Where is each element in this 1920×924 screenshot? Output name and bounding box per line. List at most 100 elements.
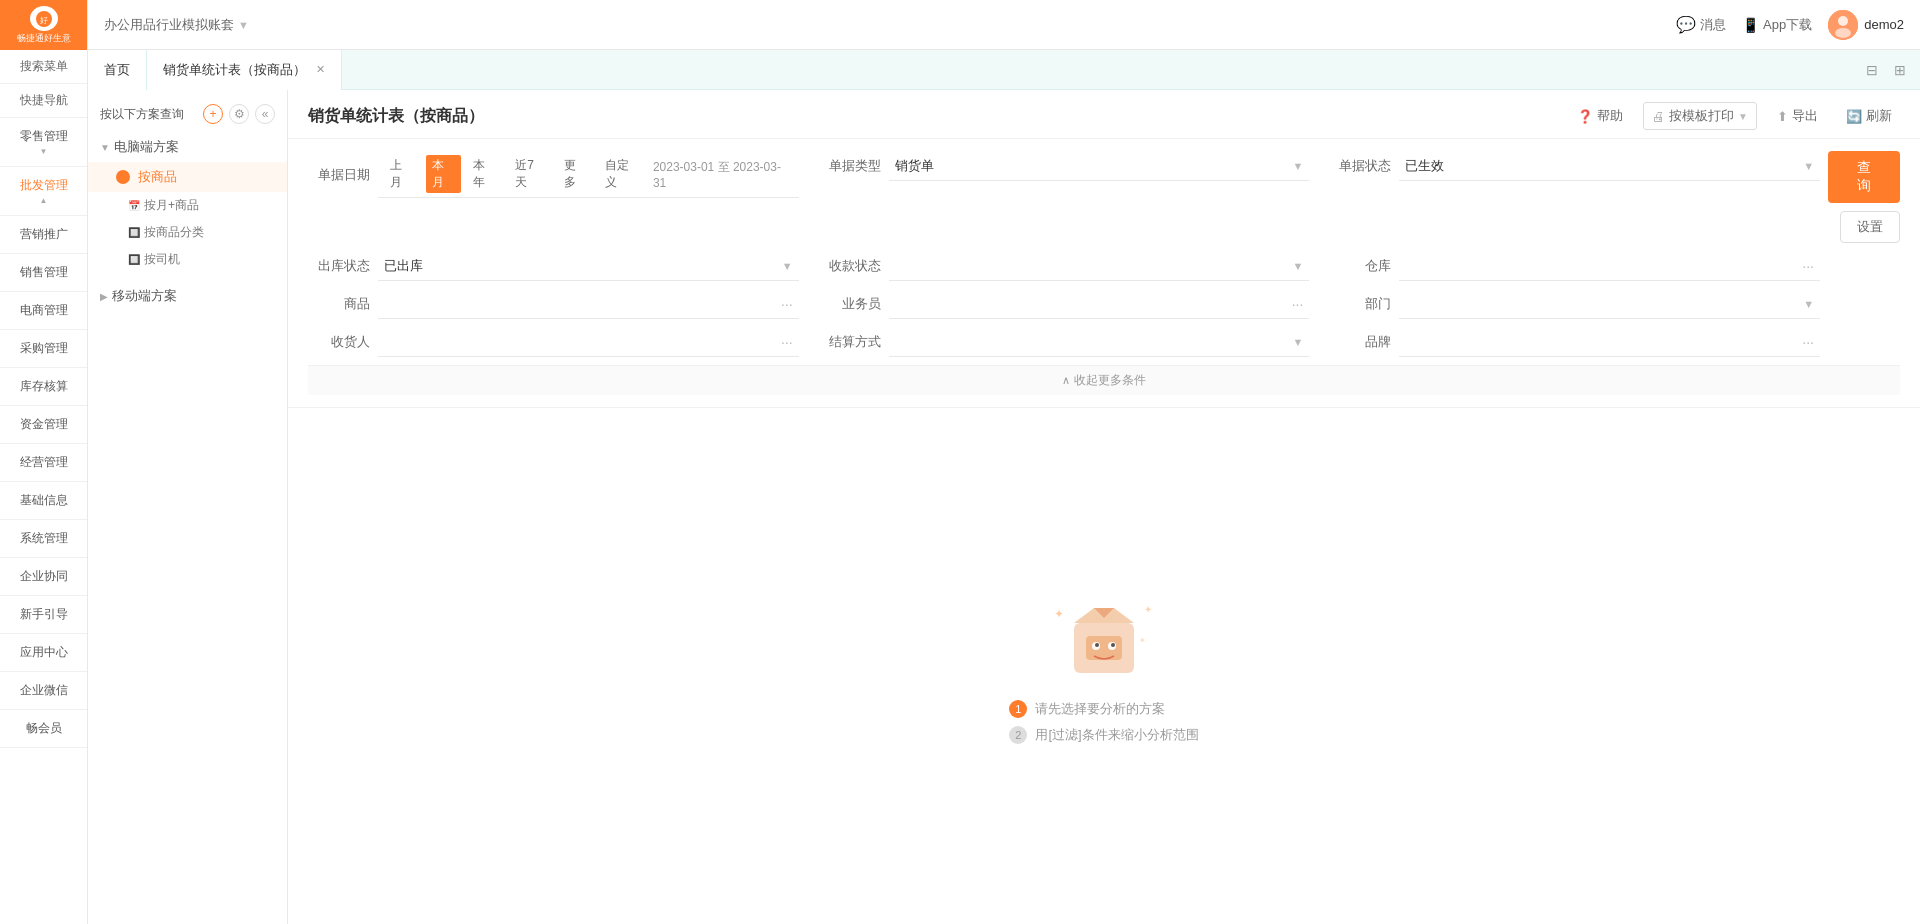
product-label: 商品 [308,295,378,313]
receipt-status-select[interactable]: ▼ [895,260,1304,272]
svg-text:好: 好 [40,16,48,25]
warehouse-control[interactable]: ··· [1399,251,1820,281]
doc-status-control[interactable]: 已生效 ▼ [1399,151,1820,181]
recipient-control[interactable]: ··· [378,327,799,357]
recipient-label: 收货人 [308,333,378,351]
tab-right-buttons: ⊟ ⊞ [1860,58,1920,82]
chevron-down-icon: ▼ [1803,160,1814,172]
empty-illustration: ✦ ✦ ✦ [1044,588,1164,688]
add-scheme-btn[interactable]: + [203,104,223,124]
tab-home[interactable]: 首页 [88,50,147,90]
out-status-select[interactable]: 已出库 ▼ [384,257,793,275]
date-7days[interactable]: 近7天 [509,155,551,193]
pc-group: ▼ 电脑端方案 按商品 📅 按月+商品 🔲 按商品分类 🔲 按司机 [88,132,287,281]
empty-tip-2: 2 用[过滤]条件来缩小分析范围 [1009,726,1198,744]
collapse-filter-bar[interactable]: ∧ 收起更多条件 [308,365,1900,395]
chevron-down-icon: ▼ [1803,298,1814,310]
sidebar-item-ecommerce[interactable]: 电商管理 [0,292,87,330]
doc-type-label: 单据类型 [819,157,889,175]
phone-icon: 📱 [1742,17,1759,33]
sidebar-item-finance[interactable]: 资金管理 [0,406,87,444]
collapse-panel-btn[interactable]: « [255,104,275,124]
tree-sub-category[interactable]: 🔲 按商品分类 [88,219,287,246]
export-btn[interactable]: ⬆ 导出 [1769,103,1826,129]
quick-nav-item[interactable]: 快捷导航 [0,84,87,118]
calendar-icon: 📅 [128,200,140,211]
sidebar-item-retail[interactable]: 零售管理 ▼ [0,118,87,167]
product-control[interactable]: ··· [378,289,799,319]
doc-type-value: 销货单 [895,157,1289,175]
sidebar-item-newbie[interactable]: 新手引导 [0,596,87,634]
collapse-icon: ∧ [1062,374,1070,387]
doc-type-control[interactable]: 销货单 ▼ [889,151,1310,181]
doc-status-select[interactable]: 已生效 ▼ [1405,157,1814,175]
department-select[interactable]: ▼ [1405,298,1814,310]
tab-minimize-btn[interactable]: ⊟ [1860,58,1884,82]
tree-sub-scanner[interactable]: 🔲 按司机 [88,246,287,273]
sidebar-item-purchase[interactable]: 采购管理 [0,330,87,368]
date-last-month[interactable]: 上月 [384,155,420,193]
filter-action-col: 查询 设置 [1820,151,1900,243]
more-icon[interactable]: ··· [1292,296,1304,312]
tab-maximize-btn[interactable]: ⊞ [1888,58,1912,82]
chevron-down-icon: ▼ [1292,260,1303,272]
help-btn[interactable]: ❓ 帮助 [1569,103,1631,129]
receipt-status-control[interactable]: ▼ [889,251,1310,281]
tab-bar: 首页 销货单统计表（按商品） ✕ ⊟ ⊞ [88,50,1920,90]
sub-item-label: 按商品分类 [144,224,204,241]
mobile-group-header[interactable]: ▶ 移动端方案 [88,281,287,311]
user-profile-btn[interactable]: demo2 [1828,10,1904,40]
date-custom[interactable]: 自定义 [599,155,647,193]
tab-report[interactable]: 销货单统计表（按商品） ✕ [147,50,342,90]
settlement-select[interactable]: ▼ [895,336,1304,348]
print-template-btn[interactable]: 🖨 按模板打印 ▼ [1643,102,1757,130]
date-filter-control[interactable]: 上月 本月 本年 近7天 更多 自定义 2023-03-01 至 2023-03… [378,151,799,198]
sidebar-item-apps[interactable]: 应用中心 [0,634,87,672]
sidebar-item-sales[interactable]: 销售管理 [0,254,87,292]
out-status-control[interactable]: 已出库 ▼ [378,251,799,281]
warehouse-label: 仓库 [1329,257,1399,275]
sidebar-item-ops[interactable]: 经营管理 [0,444,87,482]
brand-control[interactable]: ··· [1399,327,1820,357]
department-control[interactable]: ▼ [1399,289,1820,319]
dropdown-icon[interactable]: ▼ [238,19,249,31]
sidebar-item-corp[interactable]: 企业协同 [0,558,87,596]
svg-rect-6 [1086,636,1122,660]
app-download-btn[interactable]: 📱 App下载 [1742,16,1812,34]
more-icon[interactable]: ··· [1802,334,1814,350]
tab-close-btn[interactable]: ✕ [316,63,325,76]
sidebar-item-basic[interactable]: 基础信息 [0,482,87,520]
sidebar-item-member[interactable]: 畅会员 [0,710,87,748]
chevron-down-icon: ▼ [1292,336,1303,348]
sidebar-item-inventory[interactable]: 库存核算 [0,368,87,406]
top-header: 办公用品行业模拟账套 ▼ 💬 消息 📱 App下载 demo2 [88,0,1920,50]
sidebar-item-wechat[interactable]: 企业微信 [0,672,87,710]
settlement-control[interactable]: ▼ [889,327,1310,357]
more-icon[interactable]: ··· [1802,258,1814,274]
sidebar-item-wholesale[interactable]: 批发管理 ▲ [0,167,87,216]
pc-group-header[interactable]: ▼ 电脑端方案 [88,132,287,162]
tree-sub-month-product[interactable]: 📅 按月+商品 [88,192,287,219]
svg-point-3 [1838,16,1848,26]
date-this-month[interactable]: 本月 [426,155,462,193]
more-icon[interactable]: ··· [781,296,793,312]
settings-button[interactable]: 设置 [1840,211,1900,243]
report-tab-label: 销货单统计表（按商品） [163,61,306,79]
settings-scheme-btn[interactable]: ⚙ [229,104,249,124]
date-more[interactable]: 更多 [558,155,594,193]
search-menu-item[interactable]: 搜索菜单 [0,50,87,84]
chevron-icon: ▲ [40,196,48,205]
sub-item-label: 按司机 [144,251,180,268]
query-button[interactable]: 查询 [1828,151,1900,203]
sidebar-item-marketing[interactable]: 营销推广 [0,216,87,254]
sub-item-label: 按月+商品 [144,197,199,214]
more-icon[interactable]: ··· [781,334,793,350]
doc-type-select[interactable]: 销货单 ▼ [895,157,1304,175]
date-this-year[interactable]: 本年 [467,155,503,193]
salesperson-control[interactable]: ··· [889,289,1310,319]
sidebar-item-system[interactable]: 系统管理 [0,520,87,558]
refresh-btn[interactable]: 🔄 刷新 [1838,103,1900,129]
message-btn[interactable]: 💬 消息 [1676,15,1726,34]
tree-item-by-product[interactable]: 按商品 [88,162,287,192]
tip-number-2: 2 [1009,726,1027,744]
